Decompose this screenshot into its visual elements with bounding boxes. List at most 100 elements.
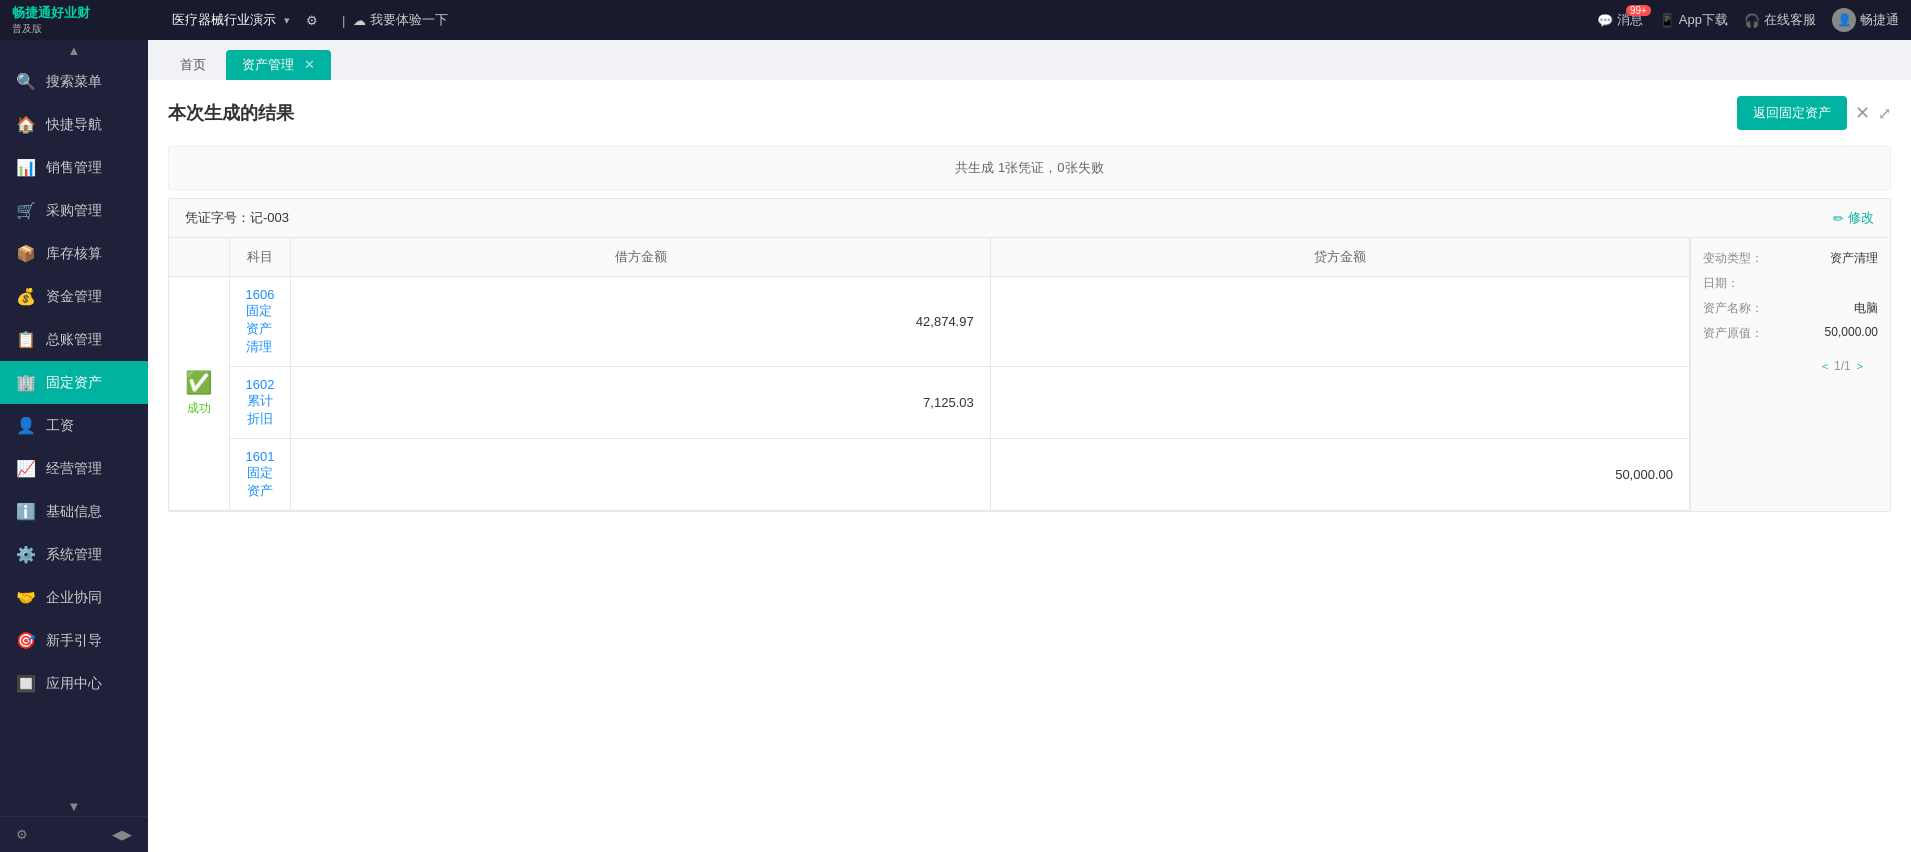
row1-debit: 42,874.97 xyxy=(291,277,990,367)
sidebar-scroll-down[interactable]: ▼ xyxy=(0,796,148,816)
divider: | xyxy=(342,13,345,28)
tab-asset-mgmt[interactable]: 资产管理 ✕ xyxy=(226,50,331,80)
row2-credit xyxy=(990,367,1689,439)
top-header: 畅捷通好业财 普及版 医疗器械行业演示 ▾ ⚙ | ☁ 我要体验一下 💬 消息 … xyxy=(0,0,1911,40)
asset-name-value: 电脑 xyxy=(1854,300,1878,317)
edit-icon: ✏ xyxy=(1833,211,1844,226)
sidebar-item-fixed-assets[interactable]: 🏢 固定资产 xyxy=(0,361,148,404)
fixed-assets-icon: 🏢 xyxy=(16,373,36,392)
sidebar-item-sales[interactable]: 📊 销售管理 xyxy=(0,146,148,189)
sidebar-item-enterprise[interactable]: 🤝 企业协同 xyxy=(0,576,148,619)
app-center-icon: 🔲 xyxy=(16,674,36,693)
table-row: 1601 固定资产 50,000.00 xyxy=(169,439,1690,511)
date-label: 日期： xyxy=(1703,275,1739,292)
logo-subtitle: 普及版 xyxy=(12,22,42,36)
sidebar-item-purchase[interactable]: 🛒 采购管理 xyxy=(0,189,148,232)
message-icon: 💬 xyxy=(1597,13,1613,28)
sales-icon: 📊 xyxy=(16,158,36,177)
message-btn[interactable]: 💬 消息 99 xyxy=(1597,11,1643,29)
company-name: 医疗器械行业演示 xyxy=(172,11,276,29)
change-type-row: 变动类型： 资产清理 xyxy=(1703,250,1878,267)
row2-account: 1602 累计折旧 xyxy=(229,367,291,439)
ledger-icon: 📋 xyxy=(16,330,36,349)
return-btn[interactable]: 返回固定资产 xyxy=(1737,96,1847,130)
sidebar-item-inventory[interactable]: 📦 库存核算 xyxy=(0,232,148,275)
message-badge: 99 xyxy=(1626,5,1651,16)
sidebar-item-sales-label: 销售管理 xyxy=(46,159,102,177)
tab-close-icon[interactable]: ✕ xyxy=(304,57,315,72)
search-icon: 🔍 xyxy=(16,72,36,91)
sidebar-item-operations-label: 经营管理 xyxy=(46,460,102,478)
edit-btn[interactable]: ✏ 修改 xyxy=(1833,209,1874,227)
system-icon: ⚙️ xyxy=(16,545,36,564)
sidebar-item-payroll[interactable]: 👤 工资 xyxy=(0,404,148,447)
voucher-header: 凭证字号：记-003 ✏ 修改 xyxy=(169,199,1890,238)
row2-debit: 7,125.03 xyxy=(291,367,990,439)
success-icon: ✅ xyxy=(185,370,212,396)
expand-btn[interactable]: ⤢ xyxy=(1878,104,1891,123)
sidebar-item-ledger[interactable]: 📋 总账管理 xyxy=(0,318,148,361)
sidebar-item-fixed-assets-label: 固定资产 xyxy=(46,374,102,392)
dropdown-icon[interactable]: ▾ xyxy=(284,14,290,27)
inventory-icon: 📦 xyxy=(16,244,36,263)
sidebar-item-inventory-label: 库存核算 xyxy=(46,245,102,263)
sidebar-item-guide-label: 新手引导 xyxy=(46,632,102,650)
sidebar-item-search[interactable]: 🔍 搜索菜单 xyxy=(0,60,148,103)
page-header-row: 本次生成的结果 返回固定资产 ✕ ⤢ xyxy=(168,96,1891,130)
prev-page-btn[interactable]: ＜ xyxy=(1819,359,1831,373)
sidebar-item-finance[interactable]: 💰 资金管理 xyxy=(0,275,148,318)
sidebar-item-finance-label: 资金管理 xyxy=(46,288,102,306)
success-text: 成功 xyxy=(187,400,211,417)
row3-account: 1601 固定资产 xyxy=(229,439,291,511)
online-service-btn[interactable]: 🎧 在线客服 xyxy=(1744,11,1816,29)
pagination: ＜ 1/1 ＞ xyxy=(1703,350,1878,383)
sidebar-item-basic-info[interactable]: ℹ️ 基础信息 xyxy=(0,490,148,533)
original-value-value: 50,000.00 xyxy=(1825,325,1878,342)
header-settings-icon[interactable]: ⚙ xyxy=(298,6,326,34)
logo-area: 畅捷通好业财 普及版 xyxy=(12,4,160,36)
logo-title: 畅捷通好业财 xyxy=(12,4,90,22)
sidebar-item-app-center[interactable]: 🔲 应用中心 xyxy=(0,662,148,705)
date-row: 日期： xyxy=(1703,275,1878,292)
sidebar-settings-icon[interactable]: ⚙ xyxy=(16,827,28,842)
row1-credit xyxy=(990,277,1689,367)
tab-home[interactable]: 首页 xyxy=(164,50,222,80)
main-layout: ▲ 🔍 搜索菜单 🏠 快捷导航 📊 销售管理 🛒 采购管理 📦 库存核算 xyxy=(0,40,1911,852)
pagination-text: 1/1 xyxy=(1834,359,1854,373)
row1-account: 1606 固定资产清理 xyxy=(229,277,291,367)
page-title: 本次生成的结果 xyxy=(168,101,294,125)
header-right: 💬 消息 99 📱 App下载 🎧 在线客服 👤 畅捷通 xyxy=(1597,8,1899,32)
enterprise-icon: 🤝 xyxy=(16,588,36,607)
payroll-icon: 👤 xyxy=(16,416,36,435)
sidebar-toggle-icon[interactable]: ◀▶ xyxy=(112,827,132,842)
sidebar-items: 🔍 搜索菜单 🏠 快捷导航 📊 销售管理 🛒 采购管理 📦 库存核算 💰 xyxy=(0,60,148,796)
sidebar-item-system[interactable]: ⚙️ 系统管理 xyxy=(0,533,148,576)
app-download-btn[interactable]: 📱 App下载 xyxy=(1659,11,1728,29)
table-row: 1602 累计折旧 7,125.03 xyxy=(169,367,1690,439)
close-btn[interactable]: ✕ xyxy=(1855,102,1870,124)
col-credit: 贷方金额 xyxy=(990,238,1689,277)
page-content: 本次生成的结果 返回固定资产 ✕ ⤢ 共生成 1张凭证，0张失败 凭证字号：记-… xyxy=(148,80,1911,852)
sidebar-item-quick-nav[interactable]: 🏠 快捷导航 xyxy=(0,103,148,146)
table-row: ✅ 成功 1606 固定资产清理 42,874.97 xyxy=(169,277,1690,367)
sidebar-scroll-up[interactable]: ▲ xyxy=(0,40,148,60)
asset-name-row: 资产名称： 电脑 xyxy=(1703,300,1878,317)
sidebar-item-operations[interactable]: 📈 经营管理 xyxy=(0,447,148,490)
summary-row: 共生成 1张凭证，0张失败 xyxy=(168,146,1891,190)
change-type-value: 资产清理 xyxy=(1830,250,1878,267)
asset-name-label: 资产名称： xyxy=(1703,300,1763,317)
sidebar-item-system-label: 系统管理 xyxy=(46,546,102,564)
purchase-icon: 🛒 xyxy=(16,201,36,220)
voucher-body: 科目 借方金额 贷方金额 ✅ 成 xyxy=(169,238,1890,511)
next-page-btn[interactable]: ＞ xyxy=(1854,359,1866,373)
sidebar-item-guide[interactable]: 🎯 新手引导 xyxy=(0,619,148,662)
change-type-label: 变动类型： xyxy=(1703,250,1763,267)
sidebar-bottom: ⚙ ◀▶ xyxy=(0,816,148,852)
voucher-card: 凭证字号：记-003 ✏ 修改 科目 xyxy=(168,198,1891,512)
headset-icon: 🎧 xyxy=(1744,13,1760,28)
experience-btn[interactable]: ☁ 我要体验一下 xyxy=(353,11,448,29)
phone-icon: 📱 xyxy=(1659,13,1675,28)
finance-icon: 💰 xyxy=(16,287,36,306)
sidebar-item-app-center-label: 应用中心 xyxy=(46,675,102,693)
user-btn[interactable]: 👤 畅捷通 xyxy=(1832,8,1899,32)
